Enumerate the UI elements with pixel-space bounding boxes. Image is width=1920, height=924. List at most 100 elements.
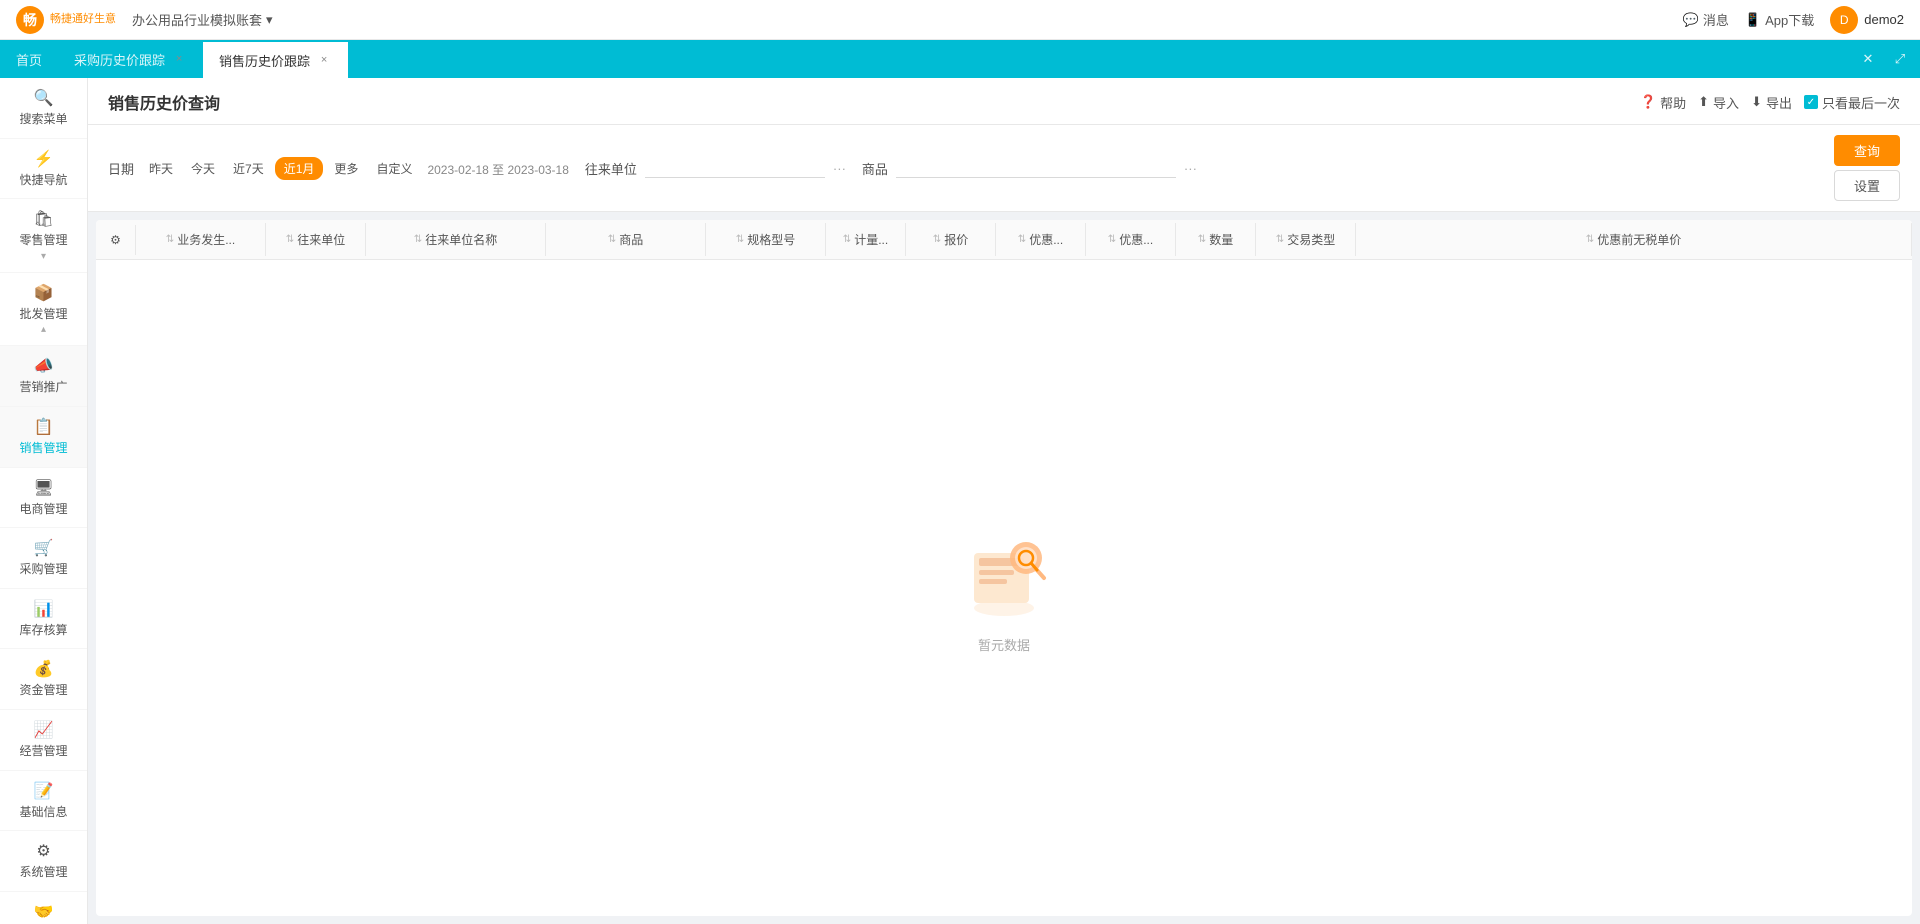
import-btn[interactable]: ⬆ 导入 [1698,93,1739,112]
message-action[interactable]: 💬 消息 [1683,10,1729,29]
purchase-icon: 🛒 [34,538,54,558]
th-settings[interactable]: ⚙ [96,225,136,255]
avatar: D [1830,6,1858,34]
sidebar-item-enterprise-coop[interactable]: 🤝 企业协同 [0,892,87,924]
th-partner-name[interactable]: ⇅ 往来单位名称 [366,223,546,256]
th-discount1-label: 优惠... [1029,231,1063,248]
sidebar-item-ecommerce[interactable]: 🖥 电商管理 [0,468,87,529]
sidebar-item-retail-mgmt[interactable]: 🛍 零售管理 ▾ [0,199,87,273]
sort-icon: ⇅ [1108,235,1116,245]
settings-button[interactable]: 设置 [1834,170,1900,201]
th-unit-label: 计量... [854,231,888,248]
sidebar-label-wholesale: 批发管理 [19,307,67,323]
sidebar-item-quick-nav[interactable]: ⚡ 快捷导航 [0,139,87,200]
sidebar-label-system: 系统管理 [19,865,67,881]
date-btn-today[interactable]: 今天 [184,157,222,180]
sidebar-item-system[interactable]: ⚙ 系统管理 [0,831,87,892]
th-discount2[interactable]: ⇅ 优惠... [1086,223,1176,256]
page-title-row: 销售历史价查询 ❓ 帮助 ⬆ 导入 ⬇ 导出 ✓ [108,90,1900,114]
sidebar-item-finance[interactable]: 💰 资金管理 [0,649,87,710]
th-qty[interactable]: ⇅ 数量 [1176,223,1256,256]
th-spec-label: 规格型号 [747,231,795,248]
tab-sales-history-close[interactable]: × [316,52,332,68]
only-last-checkbox-label[interactable]: ✓ 只看最后一次 [1804,93,1900,112]
sidebar-item-marketing[interactable]: 📣 营销推广 [0,346,87,407]
date-buttons: 昨天 今天 近7天 近1月 更多 自定义 [142,157,419,180]
partner-dots[interactable]: ··· [833,161,846,176]
product-filter-group: 商品 ··· [862,158,1197,178]
only-last-label: 只看最后一次 [1822,93,1900,112]
partner-filter-group: 往来单位 ··· [585,158,846,178]
product-dots[interactable]: ··· [1184,161,1197,176]
sidebar-item-search-menu[interactable]: 🔍 搜索菜单 [0,78,87,139]
date-btn-yesterday[interactable]: 昨天 [142,157,180,180]
th-discount1[interactable]: ⇅ 优惠... [996,223,1086,256]
th-partner-code[interactable]: ⇅ 往来单位 [266,223,366,256]
tab-purchase-history[interactable]: 采购历史价跟踪 × [58,40,203,78]
th-partner-name-label: 往来单位名称 [425,231,497,248]
company-dropdown[interactable]: 办公用品行业模拟账套 ▾ [124,6,281,33]
th-pretax-price[interactable]: ⇅ 优惠前无税单价 [1356,223,1912,256]
search-button[interactable]: 查询 [1834,135,1900,166]
th-price-label: 报价 [944,231,968,248]
tab-purchase-history-close[interactable]: × [171,51,187,67]
user-area[interactable]: D demo2 [1830,6,1904,34]
th-biz-date[interactable]: ⇅ 业务发生... [136,223,266,256]
tab-home[interactable]: 首页 [0,40,58,78]
sidebar-item-sales-mgmt[interactable]: 📋 销售管理 [0,407,87,468]
sales-mgmt-icon: 📋 [34,417,54,437]
wholesale-icon: 📦 [34,283,54,303]
sidebar-item-basic-info[interactable]: 📝 基础信息 [0,771,87,832]
system-icon: ⚙ [36,841,50,861]
date-btn-more[interactable]: 更多 [327,157,365,180]
date-btn-last1m[interactable]: 近1月 [275,157,324,180]
export-icon: ⬇ [1751,94,1762,110]
main-layout: 🔍 搜索菜单 ⚡ 快捷导航 🛍 零售管理 ▾ 📦 批发管理 ▴ 📣 营销推广 📋… [0,78,1920,924]
date-btn-last7[interactable]: 近7天 [226,157,271,180]
inventory-icon: 📊 [34,599,54,619]
message-icon: 💬 [1683,12,1699,28]
partner-input[interactable] [645,158,825,178]
logo-area: 畅 畅捷通好生意 [16,6,116,34]
enterprise-coop-icon: 🤝 [34,902,54,922]
th-price[interactable]: ⇅ 报价 [906,223,996,256]
sidebar-item-inventory[interactable]: 📊 库存核算 [0,589,87,650]
sidebar-label-finance: 资金管理 [19,683,67,699]
close-tab-btn[interactable]: ✕ [1856,47,1880,71]
tab-sales-history-label: 销售历史价跟踪 [219,51,310,70]
th-trade-type[interactable]: ⇅ 交易类型 [1256,223,1356,256]
sidebar-label-ecommerce: 电商管理 [19,502,67,518]
sidebar-label-purchase: 采购管理 [19,562,67,578]
help-btn[interactable]: ❓ 帮助 [1640,93,1686,112]
sort-icon: ⇅ [608,235,616,245]
th-product[interactable]: ⇅ 商品 [546,223,706,256]
date-label: 日期 [108,159,134,178]
th-unit[interactable]: ⇅ 计量... [826,223,906,256]
tab-bar-actions: ✕ ⤢ [1856,47,1920,71]
sidebar-label-basic-info: 基础信息 [19,805,67,821]
fullscreen-btn[interactable]: ⤢ [1888,47,1912,71]
export-btn[interactable]: ⬇ 导出 [1751,93,1792,112]
tab-sales-history[interactable]: 销售历史价跟踪 × [203,40,348,78]
date-btn-custom[interactable]: 自定义 [369,157,419,180]
date-range: 2023-02-18 至 2023-03-18 [427,161,568,178]
app-download-label: App下载 [1765,10,1814,29]
sort-icon: ⇅ [1018,235,1026,245]
basic-info-icon: 📝 [34,781,54,801]
app-icon: 📱 [1745,12,1761,28]
th-spec[interactable]: ⇅ 规格型号 [706,223,826,256]
sort-icon: ⇅ [1586,235,1594,245]
import-label: 导入 [1713,93,1739,112]
product-input[interactable] [896,158,1176,178]
app-download-action[interactable]: 📱 App下载 [1745,10,1814,29]
sidebar-item-operation[interactable]: 📈 经营管理 [0,710,87,771]
quick-nav-icon: ⚡ [34,149,54,169]
retail-icon: 🛍 [33,209,53,229]
table-header: ⚙ ⇅ 业务发生... ⇅ 往来单位 ⇅ 往来单位名称 ⇅ 商品 [96,220,1912,260]
sidebar-item-wholesale-mgmt[interactable]: 📦 批发管理 ▴ [0,273,87,347]
company-name: 办公用品行业模拟账套 [132,10,262,29]
only-last-checkbox[interactable]: ✓ [1804,95,1818,109]
sidebar-item-purchase[interactable]: 🛒 采购管理 [0,528,87,589]
empty-text: 暂元数据 [978,635,1030,654]
th-partner-code-label: 往来单位 [297,231,345,248]
